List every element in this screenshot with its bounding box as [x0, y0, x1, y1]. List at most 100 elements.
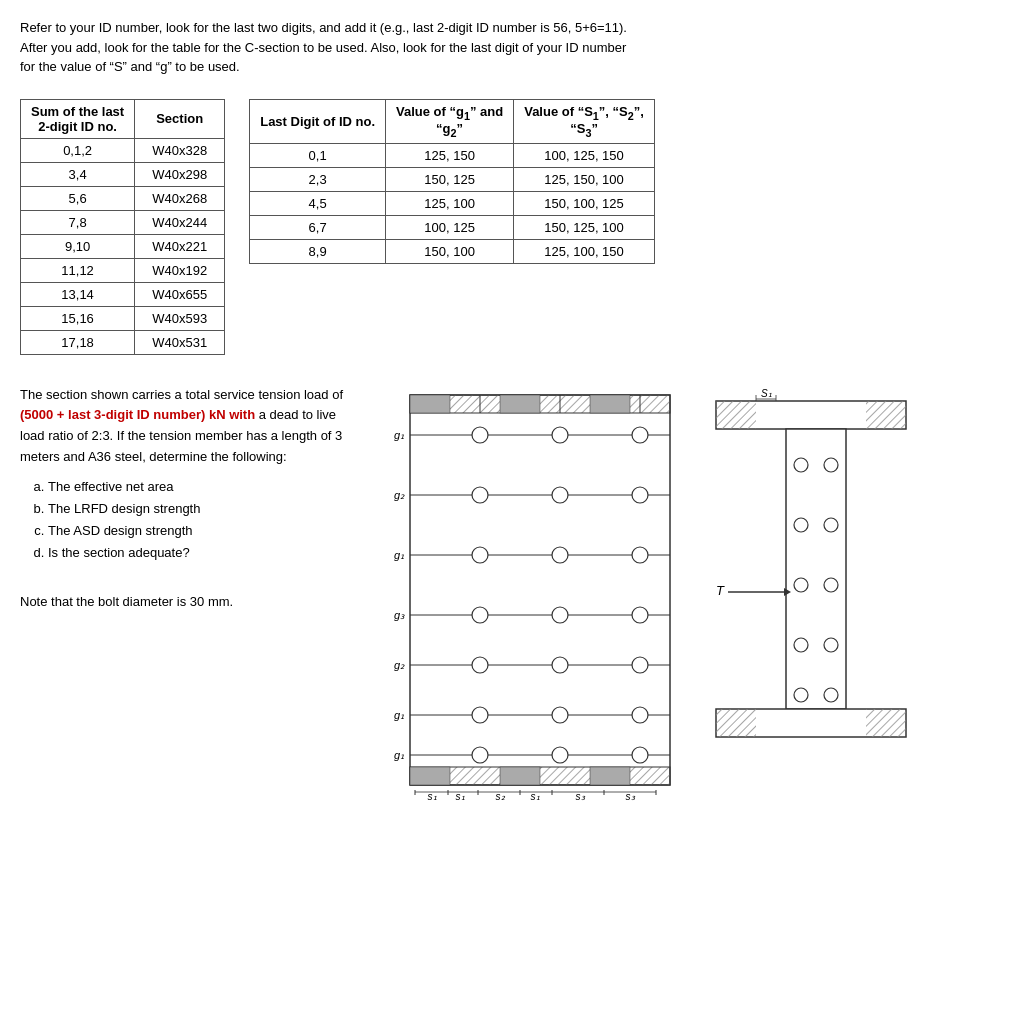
svg-point-80 [794, 688, 808, 702]
svg-point-42 [552, 747, 568, 763]
svg-point-38 [472, 707, 488, 723]
svg-point-31 [632, 547, 648, 563]
intro-line2: After you add, look for the table for th… [20, 40, 626, 55]
g-cell: 125, 150 [386, 143, 514, 167]
svg-rect-5 [590, 395, 630, 413]
table-row: 2,3150, 125125, 150, 100 [250, 167, 655, 191]
s-cell: 125, 100, 150 [514, 239, 655, 263]
intro-line3: for the value of “S” and “g” to be used. [20, 59, 240, 74]
g-cell: 100, 125 [386, 215, 514, 239]
svg-point-78 [794, 578, 808, 592]
table-row: 3,4W40x298 [21, 162, 225, 186]
svg-point-27 [552, 487, 568, 503]
digit-cell: 6,7 [250, 215, 386, 239]
sum-cell: 15,16 [21, 306, 135, 330]
g-cell: 125, 100 [386, 191, 514, 215]
section-cell: W40x192 [135, 258, 225, 282]
g-cell: 150, 100 [386, 239, 514, 263]
para-highlight: (5000 + last 3-digit ID number) kN with [20, 407, 255, 422]
svg-text:s₁: s₁ [531, 791, 540, 802]
s-cell: 150, 100, 125 [514, 191, 655, 215]
svg-rect-68 [866, 401, 906, 429]
table-row: 15,16W40x593 [21, 306, 225, 330]
sum-cell: 17,18 [21, 330, 135, 354]
svg-point-24 [552, 427, 568, 443]
s-cell: 125, 150, 100 [514, 167, 655, 191]
svg-rect-72 [866, 709, 906, 737]
svg-text:g₂: g₂ [394, 659, 405, 671]
svg-rect-7 [500, 767, 540, 785]
svg-point-43 [632, 747, 648, 763]
table-row: 6,7100, 125150, 125, 100 [250, 215, 655, 239]
note-paragraph: Note that the bolt diameter is 30 mm. [20, 592, 360, 613]
list-item-a: The effective net area [48, 476, 360, 498]
svg-text:g₁: g₁ [394, 429, 404, 441]
svg-text:s₃: s₃ [576, 791, 586, 802]
col-g-header: Value of “g1” and“g2” [386, 99, 514, 143]
digit-cell: 0,1 [250, 143, 386, 167]
sum-cell: 11,12 [21, 258, 135, 282]
problem-text: The section shown carries a total servic… [20, 385, 360, 808]
svg-rect-6 [410, 767, 450, 785]
svg-point-39 [552, 707, 568, 723]
sum-cell: 7,8 [21, 210, 135, 234]
svg-rect-8 [590, 767, 630, 785]
table-row: 0,1125, 150100, 125, 150 [250, 143, 655, 167]
list-item-b: The LRFD design strength [48, 498, 360, 520]
section-cell: W40x593 [135, 306, 225, 330]
svg-point-34 [632, 607, 648, 623]
col-digit-header: Last Digit of ID no. [250, 99, 386, 143]
svg-text:g₂: g₂ [394, 489, 405, 501]
s-cell: 150, 125, 100 [514, 215, 655, 239]
col-s-header: Value of “S1”, “S2”,“S3” [514, 99, 655, 143]
table-row: 7,8W40x244 [21, 210, 225, 234]
section-cell: W40x268 [135, 186, 225, 210]
svg-point-85 [824, 688, 838, 702]
table-row: 11,12W40x192 [21, 258, 225, 282]
table-row: 8,9150, 100125, 100, 150 [250, 239, 655, 263]
problem-paragraph: The section shown carries a total servic… [20, 385, 360, 468]
svg-point-30 [552, 547, 568, 563]
svg-rect-69 [786, 429, 846, 709]
col-section-header: Section [135, 99, 225, 138]
table-row: 0,1,2W40x328 [21, 138, 225, 162]
svg-point-28 [632, 487, 648, 503]
svg-text:g₁: g₁ [394, 549, 404, 561]
table-row: 9,10W40x221 [21, 234, 225, 258]
svg-point-79 [794, 638, 808, 652]
table-row: 4,5125, 100150, 100, 125 [250, 191, 655, 215]
svg-text:s₁: s₁ [456, 791, 465, 802]
svg-point-77 [794, 518, 808, 532]
col-sum-header: Sum of the last2-digit ID no. [21, 99, 135, 138]
svg-point-83 [824, 578, 838, 592]
svg-point-25 [632, 427, 648, 443]
table-row: 5,6W40x268 [21, 186, 225, 210]
digit-value-table: Last Digit of ID no. Value of “g1” and“g… [249, 99, 655, 264]
s-cell: 100, 125, 150 [514, 143, 655, 167]
svg-text:S₁: S₁ [761, 388, 772, 399]
question-list: The effective net area The LRFD design s… [48, 476, 360, 564]
t-section-diagram: S₁ [706, 385, 926, 805]
list-item-c: The ASD design strength [48, 520, 360, 542]
svg-point-41 [472, 747, 488, 763]
intro-paragraph: Refer to your ID number, look for the la… [20, 18, 1016, 77]
svg-point-82 [824, 518, 838, 532]
table-row: 17,18W40x531 [21, 330, 225, 354]
svg-point-29 [472, 547, 488, 563]
sum-cell: 0,1,2 [21, 138, 135, 162]
svg-text:g₁: g₁ [394, 749, 404, 761]
svg-text:T: T [716, 583, 725, 598]
svg-point-35 [472, 657, 488, 673]
svg-point-81 [824, 458, 838, 472]
svg-point-26 [472, 487, 488, 503]
sum-cell: 3,4 [21, 162, 135, 186]
svg-rect-0 [410, 395, 670, 785]
svg-point-37 [632, 657, 648, 673]
svg-rect-71 [716, 709, 756, 737]
svg-point-23 [472, 427, 488, 443]
tables-section: Sum of the last2-digit ID no. Section 0,… [20, 99, 1016, 355]
section-cell: W40x531 [135, 330, 225, 354]
section-cell: W40x655 [135, 282, 225, 306]
svg-point-76 [794, 458, 808, 472]
g-cell: 150, 125 [386, 167, 514, 191]
